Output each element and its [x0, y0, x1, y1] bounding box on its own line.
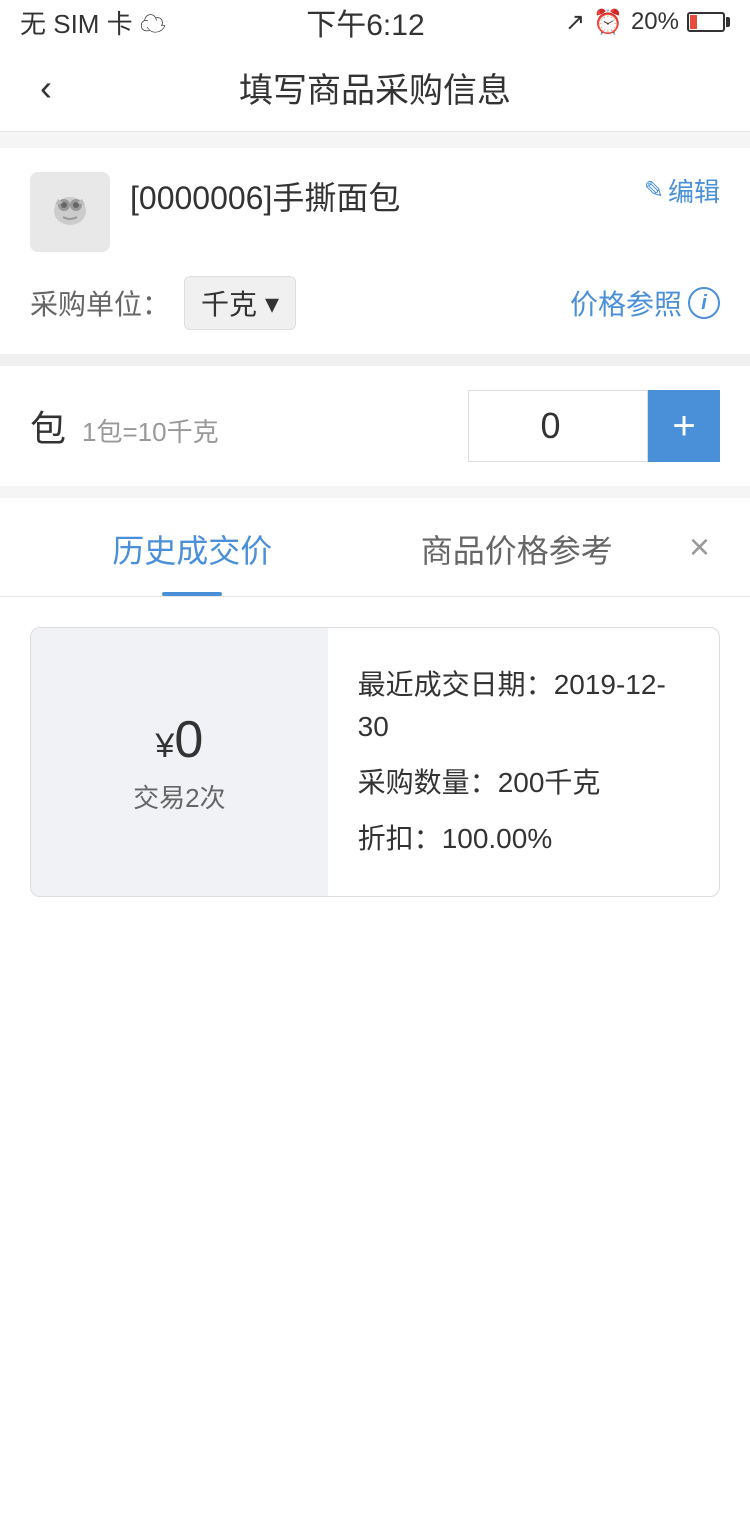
history-content: ¥0 交易2次 最近成交日期：2019-12-30 采购数量：200千克 折扣：… [0, 597, 750, 927]
close-button[interactable]: × [679, 519, 720, 575]
quantity-conversion: 1包=10千克 [82, 412, 219, 449]
tab-price-reference-label: 商品价格参考 [421, 533, 613, 569]
location-icon: ↗ [565, 8, 585, 37]
recent-date-label: 最近成交日期： [358, 669, 554, 700]
status-left: 无 SIM 卡 ☁ [20, 4, 166, 41]
history-detail-side: 最近成交日期：2019-12-30 采购数量：200千克 折扣：100.00% [328, 628, 719, 896]
price-reference-button[interactable]: 价格参照 i [570, 283, 720, 323]
battery-percent: 20% [631, 8, 679, 36]
back-button[interactable]: ‹ [30, 57, 62, 119]
history-card: ¥0 交易2次 最近成交日期：2019-12-30 采购数量：200千克 折扣：… [30, 627, 720, 897]
history-price-value: ¥0 [155, 710, 203, 770]
purchase-quantity-row: 采购数量：200千克 [358, 762, 689, 804]
product-name: [0000006]手撕面包 [130, 172, 400, 221]
tab-history-price[interactable]: 历史成交价 [30, 498, 354, 596]
product-card: [0000006]手撕面包 ✎ 编辑 采购单位： 千克 ▾ 价格参照 i [0, 148, 750, 354]
status-right: ↗ ⏰ 20% [565, 8, 730, 37]
discount-row: 折扣：100.00% [358, 818, 689, 860]
price-ref-label: 价格参照 [570, 283, 682, 323]
empty-space [0, 927, 750, 1527]
product-logo-icon [45, 183, 95, 242]
tab-active-indicator [162, 592, 222, 596]
alarm-icon: ⏰ [593, 8, 623, 37]
edit-label: 编辑 [668, 172, 720, 209]
unit-value: 千克 [201, 283, 257, 323]
unit-label: 采购单位： [30, 283, 170, 323]
quantity-row: 包 1包=10千克 + [0, 366, 750, 486]
tab-price-reference[interactable]: 商品价格参考 [354, 498, 678, 596]
status-bar: 无 SIM 卡 ☁ 下午6:12 ↗ ⏰ 20% [0, 0, 750, 44]
discount-value: 100.00% [442, 823, 553, 854]
quantity-input[interactable] [468, 390, 648, 462]
info-icon: i [688, 287, 720, 319]
page-title: 填写商品采购信息 [239, 63, 511, 112]
recent-date-row: 最近成交日期：2019-12-30 [358, 664, 689, 748]
unit-selector-row: 采购单位： 千克 ▾ [30, 276, 296, 330]
tabs-panel: 历史成交价 商品价格参考 × ¥0 交易2次 最近成交日期：2019-12-30… [0, 498, 750, 927]
tabs-header: 历史成交价 商品价格参考 × [0, 498, 750, 597]
edit-button[interactable]: ✎ 编辑 [644, 172, 720, 209]
battery-icon [687, 12, 730, 32]
chevron-down-icon: ▾ [265, 287, 279, 320]
yuan-symbol: ¥ [155, 727, 174, 765]
status-time: 下午6:12 [306, 0, 424, 44]
quantity-label: 采购数量： [358, 767, 498, 798]
page-header: ‹ 填写商品采购信息 [0, 44, 750, 132]
quantity-label-group: 包 1包=10千克 [30, 400, 219, 452]
quantity-unit-label: 包 [30, 400, 66, 452]
edit-icon: ✎ [644, 176, 664, 205]
quantity-plus-button[interactable]: + [648, 390, 720, 462]
history-price-side: ¥0 交易2次 [31, 628, 328, 896]
unit-dropdown[interactable]: 千克 ▾ [184, 276, 296, 330]
price-number: 0 [174, 711, 203, 769]
section-divider [0, 354, 750, 366]
sim-status: 无 SIM 卡 ☁ [20, 4, 166, 41]
quantity-input-group: + [468, 390, 720, 462]
tab-history-price-label: 历史成交价 [112, 533, 272, 569]
product-info-left: [0000006]手撕面包 [30, 172, 400, 252]
quantity-value: 200千克 [498, 767, 601, 798]
product-thumbnail [30, 172, 110, 252]
trade-count: 交易2次 [133, 778, 225, 815]
discount-label: 折扣： [358, 823, 442, 854]
